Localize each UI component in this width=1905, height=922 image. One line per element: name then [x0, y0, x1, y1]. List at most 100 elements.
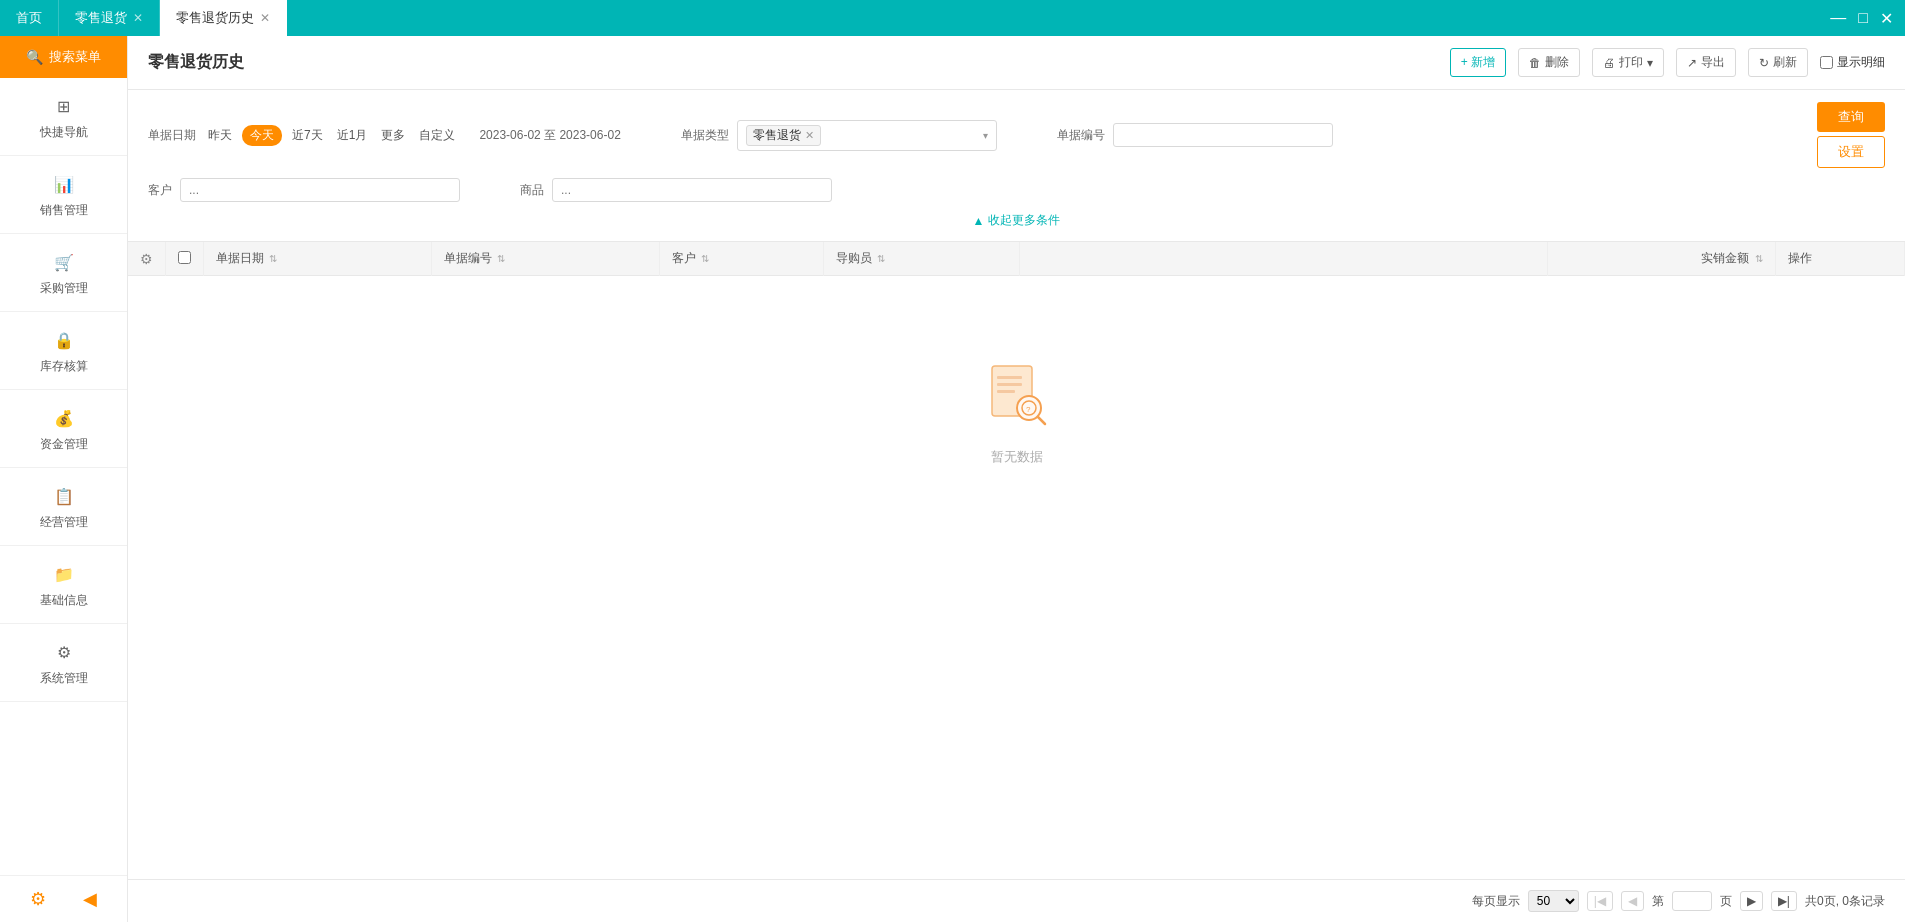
doc-no-input[interactable]	[1113, 123, 1333, 147]
print-button[interactable]: 🖨 打印 ▾	[1592, 48, 1664, 77]
pagination-bar: 每页显示 10 20 50 100 |◀ ◀ 第 1 页 ▶ ▶| 共0页, 0…	[128, 879, 1905, 922]
shortcut-custom[interactable]: 自定义	[415, 125, 459, 146]
sidebar: 🔍 搜索菜单 ⊞ 快捷导航 📊 销售管理 🛒 采购管理 🔒 库存核算 💰 资金管…	[0, 36, 128, 922]
top-tab-bar: 首页 零售退货 ✕ 零售退货历史 ✕ — □ ✕	[0, 0, 1905, 36]
svg-text:?: ?	[1026, 405, 1031, 414]
toolbar: + 新增 🗑 删除 🖨 打印 ▾ ↗ 导出 ↻ 刷新	[1450, 48, 1885, 77]
last-page-btn[interactable]: ▶|	[1771, 891, 1797, 911]
prev-page-btn[interactable]: ◀	[1621, 891, 1644, 911]
purchase-icon: 🛒	[50, 248, 78, 276]
export-button[interactable]: ↗ 导出	[1676, 48, 1736, 77]
sidebar-item-sales-mgmt[interactable]: 📊 销售管理	[0, 156, 127, 234]
shortcut-1month[interactable]: 近1月	[333, 125, 372, 146]
sidebar-search[interactable]: 🔍 搜索菜单	[0, 36, 127, 78]
collapse-filter-btn[interactable]: ▲ 收起更多条件	[973, 212, 1061, 229]
show-detail-checkbox-label[interactable]: 显示明细	[1820, 54, 1885, 71]
empty-state: ? 暂无数据	[128, 276, 1905, 546]
tab-retail-return[interactable]: 零售退货 ✕	[59, 0, 160, 36]
quick-nav-icon: ⊞	[50, 92, 78, 120]
filter-area: 单据日期 昨天 今天 近7天 近1月 更多 自定义 2023-06-02 至 2…	[128, 90, 1905, 242]
empty-icon: ?	[977, 356, 1057, 436]
filter-settings-button[interactable]: 设置	[1817, 136, 1885, 168]
th-settings: ⚙	[128, 242, 166, 276]
th-checkbox	[166, 242, 204, 276]
filter-doc-no: 单据编号	[1057, 123, 1333, 147]
window-controls: — □ ✕	[1818, 0, 1905, 36]
delete-icon: 🗑	[1529, 56, 1541, 70]
minimize-btn[interactable]: —	[1830, 9, 1846, 27]
close-tab-retail-return-history[interactable]: ✕	[260, 11, 270, 25]
customer-input[interactable]	[180, 178, 460, 202]
delete-button[interactable]: 🗑 删除	[1518, 48, 1580, 77]
svg-line-6	[1038, 417, 1045, 424]
goods-input[interactable]	[552, 178, 832, 202]
filter-row-2: 客户 商品	[148, 178, 1885, 202]
filter-date: 单据日期 昨天 今天 近7天 近1月 更多 自定义	[148, 125, 459, 146]
select-all-checkbox[interactable]	[178, 251, 191, 264]
sidebar-item-finance[interactable]: 💰 资金管理	[0, 390, 127, 468]
sales-icon: 📊	[50, 170, 78, 198]
sidebar-settings-icon[interactable]: ⚙	[30, 888, 46, 910]
filter-customer: 客户	[148, 178, 460, 202]
sidebar-item-purchase-mgmt[interactable]: 🛒 采购管理	[0, 234, 127, 312]
table-area: ⚙ 单据日期 ⇅ 单据编号 ⇅	[128, 242, 1905, 879]
print-dropdown-icon: ▾	[1647, 56, 1653, 70]
close-tab-retail-return[interactable]: ✕	[133, 11, 143, 25]
total-info: 共0页, 0条记录	[1805, 893, 1885, 910]
page-header: 零售退货历史 + 新增 🗑 删除 🖨 打印 ▾ ↗ 导出	[128, 36, 1905, 90]
filter-doc-type: 单据类型 零售退货 ✕ ▾	[681, 120, 997, 151]
table-settings-button[interactable]: ⚙	[140, 251, 153, 267]
shortcut-more[interactable]: 更多	[377, 125, 409, 146]
first-page-btn[interactable]: |◀	[1587, 891, 1613, 911]
current-page-input[interactable]: 1	[1672, 891, 1712, 911]
close-window-btn[interactable]: ✕	[1880, 9, 1893, 28]
doc-type-select[interactable]: 零售退货 ✕ ▾	[737, 120, 997, 151]
sort-date-icon[interactable]: ⇅	[269, 253, 277, 264]
svg-rect-3	[997, 390, 1015, 393]
sidebar-item-system[interactable]: ⚙ 系统管理	[0, 624, 127, 702]
tab-retail-return-history[interactable]: 零售退货历史 ✕	[160, 0, 287, 36]
maximize-btn[interactable]: □	[1858, 9, 1868, 27]
sidebar-bottom: ⚙ ◀	[0, 875, 127, 922]
shortcut-yesterday[interactable]: 昨天	[204, 125, 236, 146]
new-button[interactable]: + 新增	[1450, 48, 1506, 77]
th-amount: 实销金额 ⇅	[1547, 242, 1775, 276]
collapse-up-icon: ▲	[973, 214, 985, 228]
th-spacer	[1020, 242, 1548, 276]
th-doc-no: 单据编号 ⇅	[431, 242, 659, 276]
finance-icon: 💰	[50, 404, 78, 432]
per-page-select[interactable]: 10 20 50 100	[1528, 890, 1579, 912]
sort-docno-icon[interactable]: ⇅	[497, 253, 505, 264]
sidebar-item-inventory[interactable]: 🔒 库存核算	[0, 312, 127, 390]
operation-icon: 📋	[50, 482, 78, 510]
page-title: 零售退货历史	[148, 52, 244, 73]
sort-customer-icon[interactable]: ⇅	[701, 253, 709, 264]
table-header: ⚙ 单据日期 ⇅ 单据编号 ⇅	[128, 242, 1905, 276]
sidebar-item-quick-nav[interactable]: ⊞ 快捷导航	[0, 78, 127, 156]
show-detail-checkbox[interactable]	[1820, 56, 1833, 69]
sort-amount-icon[interactable]: ⇅	[1755, 253, 1763, 264]
data-table: ⚙ 单据日期 ⇅ 单据编号 ⇅	[128, 242, 1905, 276]
sort-guide-icon[interactable]: ⇅	[877, 253, 885, 264]
query-button[interactable]: 查询	[1817, 102, 1885, 132]
filter-goods: 商品	[520, 178, 832, 202]
print-icon: 🖨	[1603, 56, 1615, 70]
doc-type-tag: 零售退货 ✕	[746, 125, 821, 146]
basic-info-icon: 📁	[50, 560, 78, 588]
sidebar-item-operation[interactable]: 📋 经营管理	[0, 468, 127, 546]
sidebar-item-basic-info[interactable]: 📁 基础信息	[0, 546, 127, 624]
refresh-icon: ↻	[1759, 56, 1769, 70]
next-page-btn[interactable]: ▶	[1740, 891, 1763, 911]
th-operate: 操作	[1775, 242, 1904, 276]
svg-rect-1	[997, 376, 1022, 379]
system-icon: ⚙	[50, 638, 78, 666]
shortcut-today[interactable]: 今天	[242, 125, 282, 146]
doc-type-tag-close[interactable]: ✕	[805, 129, 814, 142]
date-shortcuts: 昨天 今天 近7天 近1月 更多 自定义	[204, 125, 459, 146]
shortcut-7days[interactable]: 近7天	[288, 125, 327, 146]
sidebar-collapse-icon[interactable]: ◀	[83, 888, 97, 910]
tab-home[interactable]: 首页	[0, 0, 59, 36]
export-icon: ↗	[1687, 56, 1697, 70]
th-customer: 客户 ⇅	[659, 242, 823, 276]
refresh-button[interactable]: ↻ 刷新	[1748, 48, 1808, 77]
